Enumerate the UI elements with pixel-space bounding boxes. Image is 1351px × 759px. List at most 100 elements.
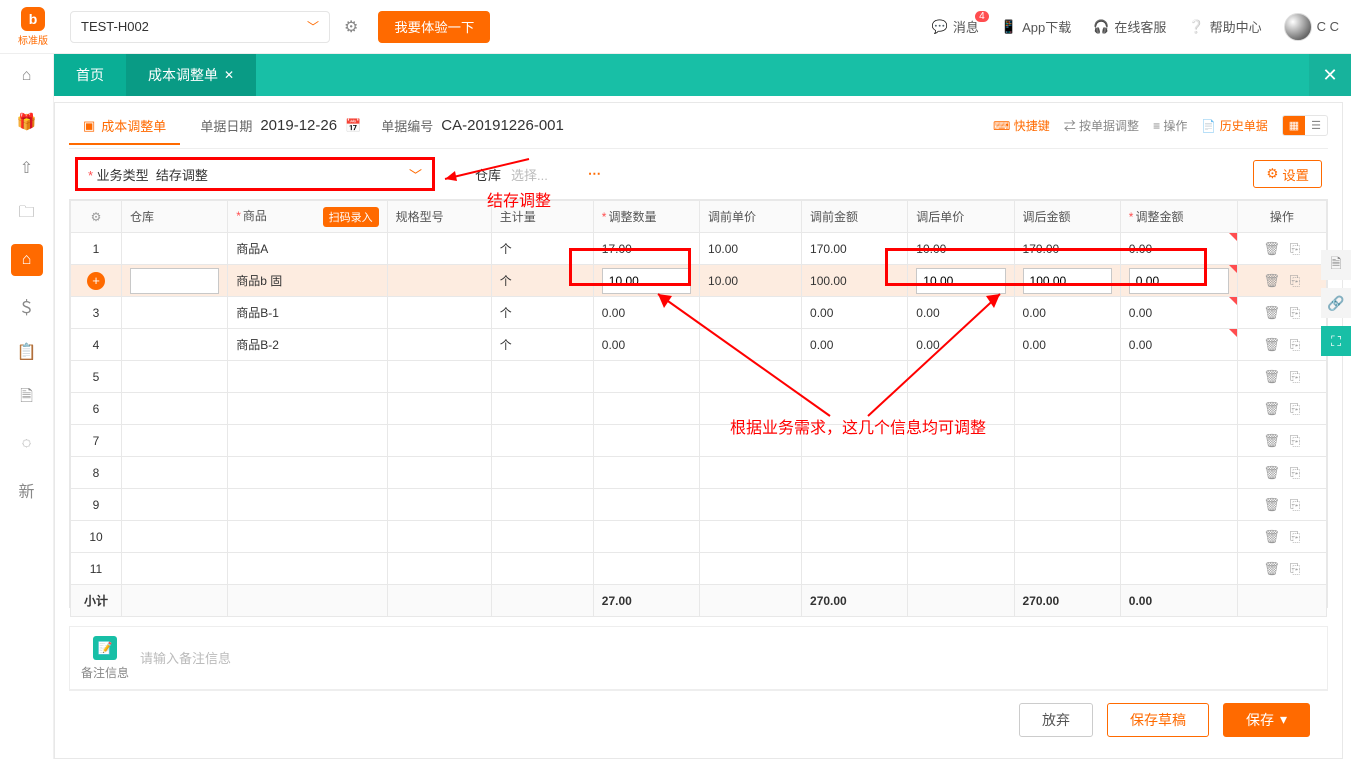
calendar-icon[interactable]: 📅: [345, 118, 361, 134]
doc-number: 单据编号 CA-20191226-001: [381, 116, 564, 135]
topbar: b 标准版 TEST-H002 ﹀ ⚙ 我要体验一下 💬 消息 4 📱 App下…: [0, 0, 1351, 54]
copy-row-icon[interactable]: ⎘: [1290, 337, 1300, 353]
business-type-select[interactable]: 业务类型 结存调整 ﹀: [75, 157, 435, 191]
table-row[interactable]: 1商品A个17.0010.00170.0010.00170.000.00🗑⎘: [71, 233, 1327, 265]
table-row[interactable]: 8🗑⎘: [71, 457, 1327, 489]
warehouse-select[interactable]: 仓库 选择...: [475, 165, 548, 184]
menu-icon: ≡: [1153, 119, 1163, 133]
add-row-icon[interactable]: +: [87, 272, 105, 290]
support-link[interactable]: 🎧 在线客服: [1093, 17, 1166, 36]
save-button[interactable]: 保存▾: [1223, 703, 1310, 737]
list-view-icon[interactable]: ☰: [1305, 116, 1327, 135]
save-draft-button[interactable]: 保存草稿: [1107, 703, 1209, 737]
shortcut-link[interactable]: ⌨ 快捷键: [993, 117, 1050, 134]
adj-amount-input[interactable]: [1129, 268, 1229, 294]
delete-row-icon[interactable]: 🗑: [1263, 497, 1280, 513]
logo: b 标准版: [12, 6, 54, 48]
by-bill-link[interactable]: ⇄ 按单据调整: [1064, 117, 1139, 134]
help-link[interactable]: ❔ 帮助中心: [1188, 17, 1261, 36]
nav-up-icon[interactable]: ⇧: [11, 152, 43, 184]
nav-home-icon[interactable]: ⌂: [11, 60, 43, 92]
nav-bag-icon[interactable]: 🗀: [11, 198, 43, 230]
delete-row-icon[interactable]: 🗑: [1263, 465, 1280, 481]
view-toggle[interactable]: ▦☰: [1282, 115, 1328, 136]
experience-button[interactable]: 我要体验一下: [378, 11, 490, 43]
app-download-link[interactable]: 📱 App下载: [1001, 17, 1071, 36]
doc-date: 单据日期 2019-12-26 📅: [200, 116, 361, 135]
table-row[interactable]: 5🗑⎘: [71, 361, 1327, 393]
nav-clipboard-icon[interactable]: 📋: [11, 336, 43, 368]
copy-row-icon[interactable]: ⎘: [1290, 465, 1300, 481]
gear-icon[interactable]: ⚙: [344, 17, 358, 37]
delete-row-icon[interactable]: 🗑: [1263, 337, 1280, 353]
dock-link-icon[interactable]: 🔗: [1321, 288, 1351, 318]
table-row[interactable]: 3商品B-1个0.000.000.000.000.00🗑⎘: [71, 297, 1327, 329]
copy-row-icon[interactable]: ⎘: [1290, 241, 1300, 257]
copy-row-icon[interactable]: ⎘: [1290, 561, 1300, 577]
warehouse-input[interactable]: [130, 268, 219, 294]
dock-note-icon[interactable]: 🗎: [1321, 250, 1351, 280]
table-header: ⚙ 仓库 商品扫码录入 规格型号 主计量 调整数量 调前单价 调前金额 调后单价…: [71, 201, 1327, 233]
table-row[interactable]: 7🗑⎘: [71, 425, 1327, 457]
remark-input[interactable]: [140, 651, 1327, 666]
user-menu[interactable]: C C: [1284, 13, 1339, 41]
table-row[interactable]: 11🗑⎘: [71, 553, 1327, 585]
close-icon[interactable]: ✕: [224, 68, 234, 82]
keyboard-icon: ⌨: [993, 119, 1014, 133]
delete-row-icon[interactable]: 🗑: [1263, 433, 1280, 449]
dock-expand-icon[interactable]: ⛶: [1321, 326, 1351, 356]
copy-row-icon[interactable]: ⎘: [1290, 273, 1300, 289]
delete-row-icon[interactable]: 🗑: [1263, 561, 1280, 577]
nav-money-icon[interactable]: ＄: [11, 290, 43, 322]
gear-icon[interactable]: ⚙: [91, 210, 102, 224]
avatar: [1284, 13, 1312, 41]
copy-row-icon[interactable]: ⎘: [1290, 369, 1300, 385]
close-all-tabs[interactable]: ✕: [1309, 54, 1351, 96]
post-price-input[interactable]: [916, 268, 1005, 294]
tab-cost-adjust[interactable]: 成本调整单 ✕: [126, 54, 256, 96]
adjust-icon: ⇄: [1064, 119, 1079, 133]
tab-home[interactable]: 首页: [54, 54, 126, 96]
filter-row: 业务类型 结存调整 ﹀ 仓库 选择... ⋯ ⚙设置 结存调整: [69, 149, 1328, 199]
doc-title-tab[interactable]: ▣ 成本调整单: [69, 106, 180, 145]
nav-report-icon[interactable]: 🗎: [11, 382, 43, 414]
messages-link[interactable]: 💬 消息 4: [932, 17, 979, 36]
chevron-down-icon: ﹀: [409, 165, 422, 184]
grid-view-icon[interactable]: ▦: [1283, 116, 1305, 135]
org-selector[interactable]: TEST-H002 ﹀: [70, 11, 330, 43]
table-row[interactable]: 4商品B-2个0.000.000.000.000.00🗑⎘: [71, 329, 1327, 361]
delete-row-icon[interactable]: 🗑: [1263, 529, 1280, 545]
copy-row-icon[interactable]: ⎘: [1290, 529, 1300, 545]
nav-warehouse-icon[interactable]: ⌂: [11, 244, 43, 276]
qty-input[interactable]: [602, 268, 691, 294]
nav-gift-icon[interactable]: 🎁: [11, 106, 43, 138]
post-amount-input[interactable]: [1023, 268, 1112, 294]
history-link[interactable]: 📄 历史单据: [1201, 117, 1267, 134]
table-row[interactable]: 9🗑⎘: [71, 489, 1327, 521]
table-row[interactable]: 10🗑⎘: [71, 521, 1327, 553]
delete-row-icon[interactable]: 🗑: [1263, 273, 1280, 289]
nav-new-icon[interactable]: 新: [11, 474, 43, 506]
delete-row-icon[interactable]: 🗑: [1263, 401, 1280, 417]
headset-icon: 🎧: [1093, 19, 1109, 35]
table-row[interactable]: +商品b 固个10.00100.00🗑⎘: [71, 265, 1327, 297]
more-icon[interactable]: ⋯: [588, 166, 603, 182]
copy-row-icon[interactable]: ⎘: [1290, 401, 1300, 417]
settings-button[interactable]: ⚙设置: [1253, 160, 1322, 188]
logo-icon: b: [21, 7, 45, 31]
operate-link[interactable]: ≡ 操作: [1153, 117, 1187, 134]
scan-button[interactable]: 扫码录入: [323, 207, 379, 227]
copy-row-icon[interactable]: ⎘: [1290, 433, 1300, 449]
nav-circle-icon[interactable]: ◌: [11, 428, 43, 460]
table-row[interactable]: 6🗑⎘: [71, 393, 1327, 425]
delete-row-icon[interactable]: 🗑: [1263, 305, 1280, 321]
history-icon: 📄: [1201, 119, 1219, 133]
copy-row-icon[interactable]: ⎘: [1290, 497, 1300, 513]
delete-row-icon[interactable]: 🗑: [1263, 369, 1280, 385]
subtotal-row: 小计 27.00 270.00 270.00 0.00: [71, 585, 1327, 617]
delete-row-icon[interactable]: 🗑: [1263, 241, 1280, 257]
doc-icon: ▣: [83, 118, 95, 134]
copy-row-icon[interactable]: ⎘: [1290, 305, 1300, 321]
main: 首页 成本调整单 ✕ ✕ ▣ 成本调整单 单据日期 2019-12-26: [54, 54, 1351, 759]
discard-button[interactable]: 放弃: [1019, 703, 1093, 737]
